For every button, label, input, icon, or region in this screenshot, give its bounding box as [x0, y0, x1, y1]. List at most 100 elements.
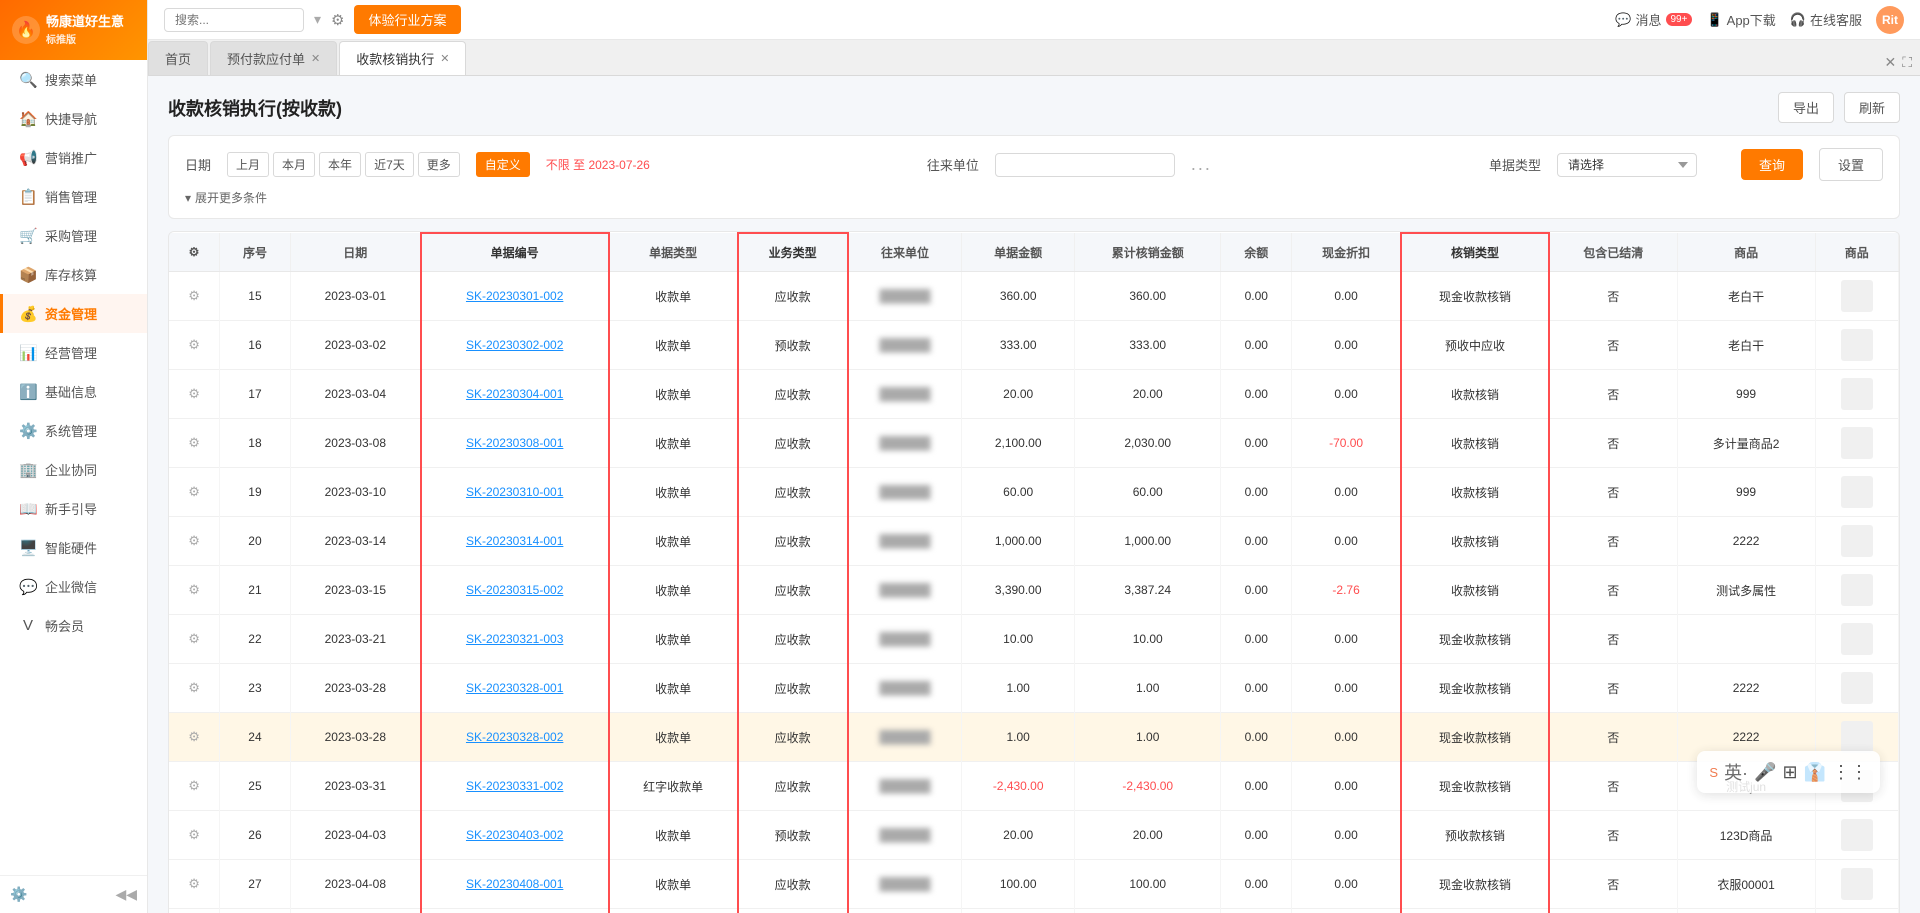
cell-seq-7: 22 [220, 615, 291, 664]
cell-date-5: 2023-03-14 [290, 517, 420, 566]
sidebar-item-guide[interactable]: 📖新手引导 [0, 489, 147, 528]
cell-verify_type-4: 收款核销 [1401, 468, 1549, 517]
bill-no-link-0[interactable]: SK-20230301-002 [466, 289, 563, 303]
cell-include_settled-1: 否 [1549, 321, 1677, 370]
close-all-icon[interactable]: ✕ [1884, 54, 1896, 71]
bill-no-link-11[interactable]: SK-20230403-002 [466, 828, 563, 842]
date-btn-更多[interactable]: 更多 [418, 152, 460, 177]
settings-bottom-icon[interactable]: ⚙️ [10, 886, 27, 903]
sidebar-item-hardware[interactable]: 🖥️智能硬件 [0, 528, 147, 567]
cell-date-3: 2023-03-08 [290, 419, 420, 468]
bill-no-link-8[interactable]: SK-20230328-001 [466, 681, 563, 695]
gear-icon-row-3[interactable]: ⚙ [188, 435, 200, 450]
message-item[interactable]: 💬 消息 99+ [1615, 10, 1692, 29]
sidebar-item-inventory[interactable]: 📦库存核算 [0, 255, 147, 294]
cell-gear-10: ⚙ [169, 762, 220, 811]
gear-icon-row-2[interactable]: ⚙ [188, 386, 200, 401]
gear-icon-row-8[interactable]: ⚙ [188, 680, 200, 695]
date-btn-上月[interactable]: 上月 [227, 152, 269, 177]
gear-icon-row-6[interactable]: ⚙ [188, 582, 200, 597]
solution-button[interactable]: 体验行业方案 [354, 5, 460, 34]
fullscreen-icon[interactable]: ⛶ [1902, 54, 1912, 71]
cell-product2-12 [1815, 860, 1898, 909]
sidebar-item-finance[interactable]: 💰资金管理 [0, 294, 147, 333]
bill-no-link-9[interactable]: SK-20230328-002 [466, 730, 563, 744]
bill-no-link-5[interactable]: SK-20230314-001 [466, 534, 563, 548]
cell-product-0: 老白干 [1677, 272, 1815, 321]
partner-input[interactable] [995, 153, 1175, 177]
cell-verify_type-1: 预收中应收 [1401, 321, 1549, 370]
sidebar-item-operations[interactable]: 📊经营管理 [0, 333, 147, 372]
gear-icon-row-12[interactable]: ⚙ [188, 876, 200, 891]
gear-icon-row-7[interactable]: ⚙ [188, 631, 200, 646]
gear-icon-row-11[interactable]: ⚙ [188, 827, 200, 842]
bill-no-link-10[interactable]: SK-20230331-002 [466, 779, 563, 793]
date-btn-近7天[interactable]: 近7天 [365, 152, 414, 177]
tab-prepay[interactable]: 预付款应付单 ✕ [210, 41, 337, 75]
sidebar: 🔥 畅康道好生意 标推版 🔍搜索菜单🏠快捷导航📢营销推广📋销售管理🛒采购管理📦库… [0, 0, 148, 913]
filter-setting-button[interactable]: 设置 [1819, 148, 1883, 181]
cell-verify_type-7: 现金收款核销 [1401, 615, 1549, 664]
gear-icon-row-5[interactable]: ⚙ [188, 533, 200, 548]
sidebar-item-purchase[interactable]: 🛒采购管理 [0, 216, 147, 255]
cell-verify_type-8: 现金收款核销 [1401, 664, 1549, 713]
sidebar-item-member[interactable]: V畅会员 [0, 606, 147, 645]
sidebar-item-sales[interactable]: 📋销售管理 [0, 177, 147, 216]
sidebar-label-sales: 销售管理 [45, 187, 97, 206]
collapse-icon[interactable]: ◀◀ [115, 886, 137, 903]
sidebar-item-quick-nav[interactable]: 🏠快捷导航 [0, 99, 147, 138]
tab-close-prepay[interactable]: ✕ [311, 52, 320, 65]
cell-bill_no-2: SK-20230304-001 [421, 370, 609, 419]
cell-bill_amount-7: 10.00 [962, 615, 1075, 664]
cell-product2-3 [1815, 419, 1898, 468]
cell-product2-11 [1815, 811, 1898, 860]
tab-close-collection[interactable]: ✕ [440, 52, 449, 65]
bill-no-link-2[interactable]: SK-20230304-001 [466, 387, 563, 401]
cell-bill_no-10: SK-20230331-002 [421, 762, 609, 811]
app-download-item[interactable]: 📱 App下载 [1706, 10, 1775, 29]
gear-icon-row-9[interactable]: ⚙ [188, 729, 200, 744]
query-button[interactable]: 查询 [1741, 149, 1803, 180]
tab-home[interactable]: 首页 [148, 41, 208, 75]
col-header-include_settled: 包含已结清 [1549, 233, 1677, 272]
bill-no-link-1[interactable]: SK-20230302-002 [466, 338, 563, 352]
sidebar-item-wechat[interactable]: 💬企业微信 [0, 567, 147, 606]
date-btn-本月[interactable]: 本月 [273, 152, 315, 177]
expand-button[interactable]: ▾ 展开更多条件 [185, 189, 1883, 206]
gear-icon-row-0[interactable]: ⚙ [188, 288, 200, 303]
bill-no-link-4[interactable]: SK-20230310-001 [466, 485, 563, 499]
refresh-button[interactable]: 刷新 [1844, 92, 1900, 123]
gear-icon-row-10[interactable]: ⚙ [188, 778, 200, 793]
sidebar-item-basic-info[interactable]: ℹ️基础信息 [0, 372, 147, 411]
sidebar-item-system[interactable]: ⚙️系统管理 [0, 411, 147, 450]
bill-type-select[interactable]: 请选择 [1557, 153, 1697, 177]
bill-no-link-3[interactable]: SK-20230308-001 [466, 436, 563, 450]
gear-icon-row-4[interactable]: ⚙ [188, 484, 200, 499]
avatar[interactable]: Rit [1876, 6, 1904, 34]
bill-no-link-6[interactable]: SK-20230315-002 [466, 583, 563, 597]
sidebar-item-marketing[interactable]: 📢营销推广 [0, 138, 147, 177]
online-service-item[interactable]: 🎧 在线客服 [1790, 10, 1862, 29]
cell-date-12: 2023-04-08 [290, 860, 420, 909]
cell-accum_amount-2: 20.00 [1075, 370, 1221, 419]
cell-bill_no-1: SK-20230302-002 [421, 321, 609, 370]
topbar-gear-icon[interactable]: ⚙ [331, 11, 344, 29]
export-button[interactable]: 导出 [1778, 92, 1834, 123]
bill-no-link-7[interactable]: SK-20230321-003 [466, 632, 563, 646]
topbar-dropdown-arrow[interactable]: ▾ [314, 11, 321, 28]
sidebar-item-search[interactable]: 🔍搜索菜单 [0, 60, 147, 99]
partner-blurred-10: ██████ [879, 779, 930, 793]
bill-no-link-12[interactable]: SK-20230408-001 [466, 877, 563, 891]
sidebar-label-system: 系统管理 [45, 421, 97, 440]
cell-balance-11: 0.00 [1221, 811, 1292, 860]
date-btn-本年[interactable]: 本年 [319, 152, 361, 177]
sidebar-item-enterprise[interactable]: 🏢企业协同 [0, 450, 147, 489]
gear-icon-row-1[interactable]: ⚙ [188, 337, 200, 352]
tab-collection[interactable]: 收款核销执行 ✕ [339, 41, 466, 75]
custom-date-btn[interactable]: 自定义 [476, 152, 530, 177]
topbar-search[interactable] [164, 8, 304, 32]
tab-label-prepay: 预付款应付单 [227, 49, 305, 68]
cell-bill_no-5: SK-20230314-001 [421, 517, 609, 566]
sidebar-icon-finance: 💰 [19, 305, 37, 323]
cell-gear-11: ⚙ [169, 811, 220, 860]
